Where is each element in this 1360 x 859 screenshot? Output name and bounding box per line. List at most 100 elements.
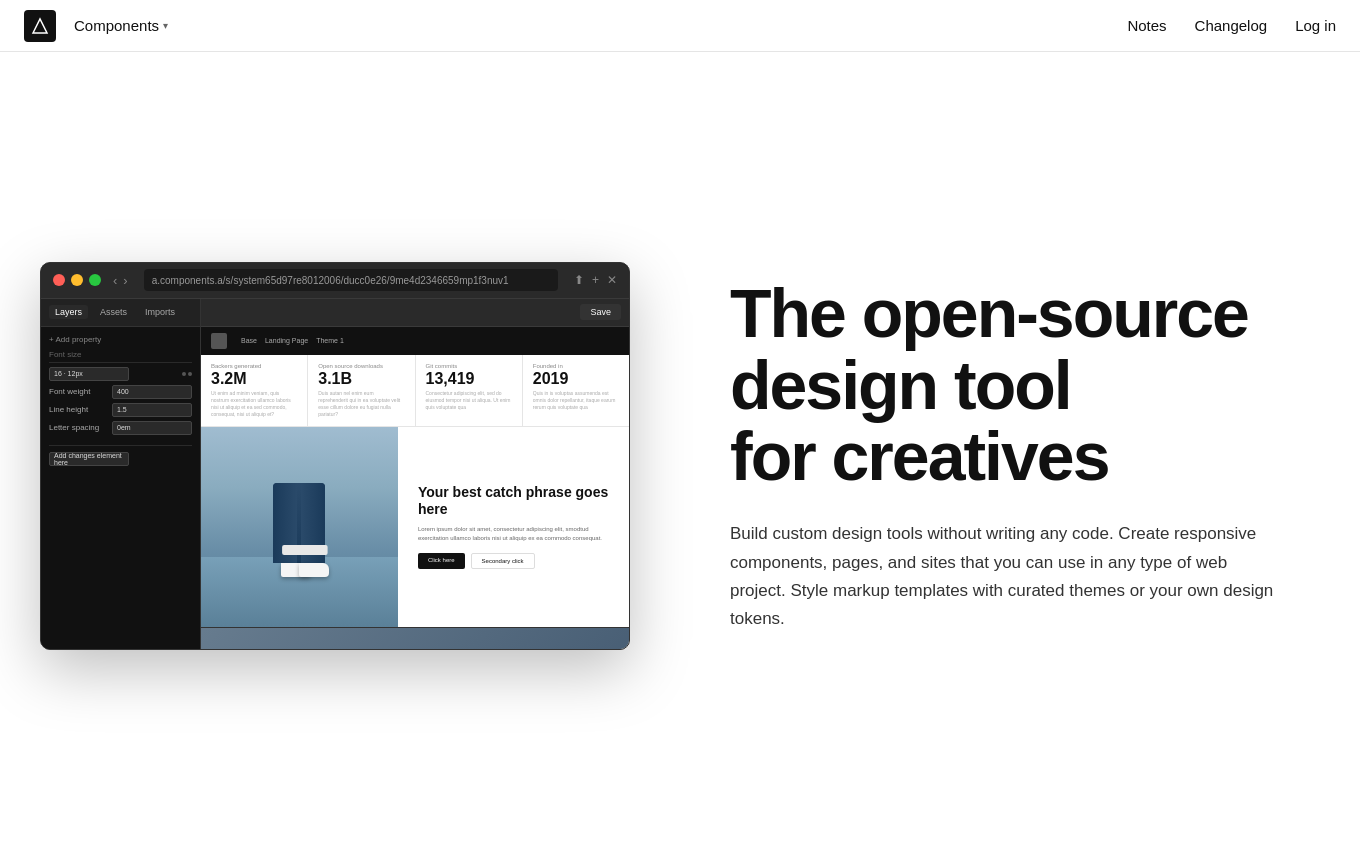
components-button[interactable]: Components ▾ [68,13,174,38]
browser-controls: ‹ › [113,273,128,288]
changelog-link[interactable]: Changelog [1195,17,1268,34]
sidebar-tab-imports[interactable]: Imports [139,305,181,319]
font-size-input[interactable]: 16 · 12px [49,367,129,381]
app-sidebar: Layers Assets Imports + Add property Fon… [41,299,201,649]
extra-input[interactable]: Add changes element here [49,452,129,466]
demo-nav-item-2: Landing Page [265,337,308,344]
extra-property-row: Add changes element here [49,452,192,466]
property-row-line-height: Line height 1.5 [49,403,192,417]
browser-actions: ⬆ + ✕ [574,273,617,287]
dot-1 [182,372,186,376]
main-content: ‹ › a.components.a/s/system65d97re801200… [0,52,1360,859]
demo-stat-1: Backers generated 3.2M Ut enim ad minim … [201,355,307,426]
forward-icon[interactable]: › [123,273,127,288]
hero-heading: The open-source design tool for creative… [730,278,1280,492]
stat-4-value: 2019 [533,371,619,387]
line-height-value: 1.5 [117,406,127,413]
stat-1-value: 3.2M [211,371,297,387]
minimize-traffic-light[interactable] [71,274,83,286]
back-icon[interactable]: ‹ [113,273,117,288]
close-icon[interactable]: ✕ [607,273,617,287]
demo-stats: Backers generated 3.2M Ut enim ad minim … [201,355,629,427]
sidebar-separator [49,445,192,446]
save-button[interactable]: Save [580,304,621,320]
stat-1-desc: Ut enim ad minim veniam, quis nostrum ex… [211,390,297,418]
demo-header: Base Landing Page Theme 1 [201,327,629,355]
app-ui: Layers Assets Imports + Add property Fon… [41,299,629,649]
demo-nav-item-3: Theme 1 [316,337,344,344]
letter-spacing-input[interactable]: 0em [112,421,192,435]
sidebar-tab-layers[interactable]: Layers [49,305,88,319]
font-weight-value: 400 [117,388,129,395]
letter-spacing-value: 0em [117,424,131,431]
stat-2-label: Open source downloads [318,363,404,369]
property-row-letter-spacing: Letter spacing 0em [49,421,192,435]
stat-2-desc: Duis autan nel enim eum reprehenderit qu… [318,390,404,418]
nav-right: Notes Changelog Log in [1127,17,1336,34]
components-label: Components [74,17,159,34]
letter-spacing-label: Letter spacing [49,423,99,432]
canvas-toolbar: Save [201,299,629,327]
notes-link[interactable]: Notes [1127,17,1166,34]
hero-heading-line1: The open-source [730,275,1248,351]
demo-hero-text: Your best catch phrase goes here Lorem i… [398,427,629,627]
hero-heading-line2: design tool [730,347,1071,423]
hero-text-section: The open-source design tool for creative… [690,238,1300,672]
hero-heading-line3: for creatives [730,418,1108,494]
logo[interactable] [24,10,56,42]
stat-3-label: Git commits [426,363,512,369]
demo-logo [211,333,227,349]
property-group-extra: Add changes element here [49,452,192,466]
demo-secondary-btn[interactable]: Secondary click [471,553,535,569]
demo-bottom-image [201,628,629,649]
demo-stat-2: Open source downloads 3.1B Duis autan ne… [308,355,414,426]
navbar: Components ▾ Notes Changelog Log in [0,0,1360,52]
address-text: a.components.a/s/system65d97re8012006/du… [152,275,509,286]
stat-4-desc: Quis in is voluptas assumenda est omnis … [533,390,619,411]
property-row-font-weight: Font weight 400 [49,385,192,399]
sidebar-content: + Add property Font size 16 · 12px [41,327,200,649]
stat-3-value: 13,419 [426,371,512,387]
demo-hero-image [201,427,398,627]
share-icon[interactable]: ⬆ [574,273,584,287]
demo-headline: Your best catch phrase goes here [418,484,609,518]
add-tab-icon[interactable]: + [592,273,599,287]
nav-left: Components ▾ [24,10,174,42]
browser-mock: ‹ › a.components.a/s/system65d97re801200… [40,262,630,650]
font-weight-label: Font weight [49,387,90,396]
demo-primary-btn[interactable]: Click here [418,553,465,569]
line-height-label: Line height [49,405,88,414]
sidebar-tab-assets[interactable]: Assets [94,305,133,319]
line-height-input[interactable]: 1.5 [112,403,192,417]
sidebar-header: Layers Assets Imports [41,299,200,327]
login-link[interactable]: Log in [1295,17,1336,34]
app-canvas: Save Base Landing Page Theme 1 [201,299,629,649]
browser-toolbar: ‹ › a.components.a/s/system65d97re801200… [41,263,629,299]
hero-description: Build custom design tools without writin… [730,520,1280,632]
extra-value: Add changes element here [54,452,124,466]
stat-4-label: Founded in [533,363,619,369]
close-traffic-light[interactable] [53,274,65,286]
property-group-font: Font size 16 · 12px [49,350,192,435]
dot-2 [188,372,192,376]
stat-3-desc: Consectetur adipiscing elit, sed do eius… [426,390,512,411]
stat-2-value: 3.1B [318,371,404,387]
demo-bottom-strip [201,627,629,649]
demo-stat-4: Founded in 2019 Quis in is voluptas assu… [523,355,629,426]
screenshot-container: ‹ › a.components.a/s/system65d97re801200… [40,262,630,650]
maximize-traffic-light[interactable] [89,274,101,286]
address-bar[interactable]: a.components.a/s/system65d97re8012006/du… [144,269,558,291]
stat-1-label: Backers generated [211,363,297,369]
demo-nav: Base Landing Page Theme 1 [241,337,344,344]
chevron-down-icon: ▾ [163,20,168,31]
font-size-value: 16 · 12px [54,370,83,377]
property-group-font-label: Font size [49,350,192,363]
demo-stat-3: Git commits 13,419 Consectetur adipiscin… [416,355,522,426]
font-weight-input[interactable]: 400 [112,385,192,399]
demo-page: Base Landing Page Theme 1 Backers genera… [201,327,629,649]
demo-nav-item-1: Base [241,337,257,344]
property-row-font-size: 16 · 12px [49,367,192,381]
traffic-lights [53,274,101,286]
demo-hero: Your best catch phrase goes here Lorem i… [201,427,629,627]
add-property-button[interactable]: + Add property [49,335,192,344]
